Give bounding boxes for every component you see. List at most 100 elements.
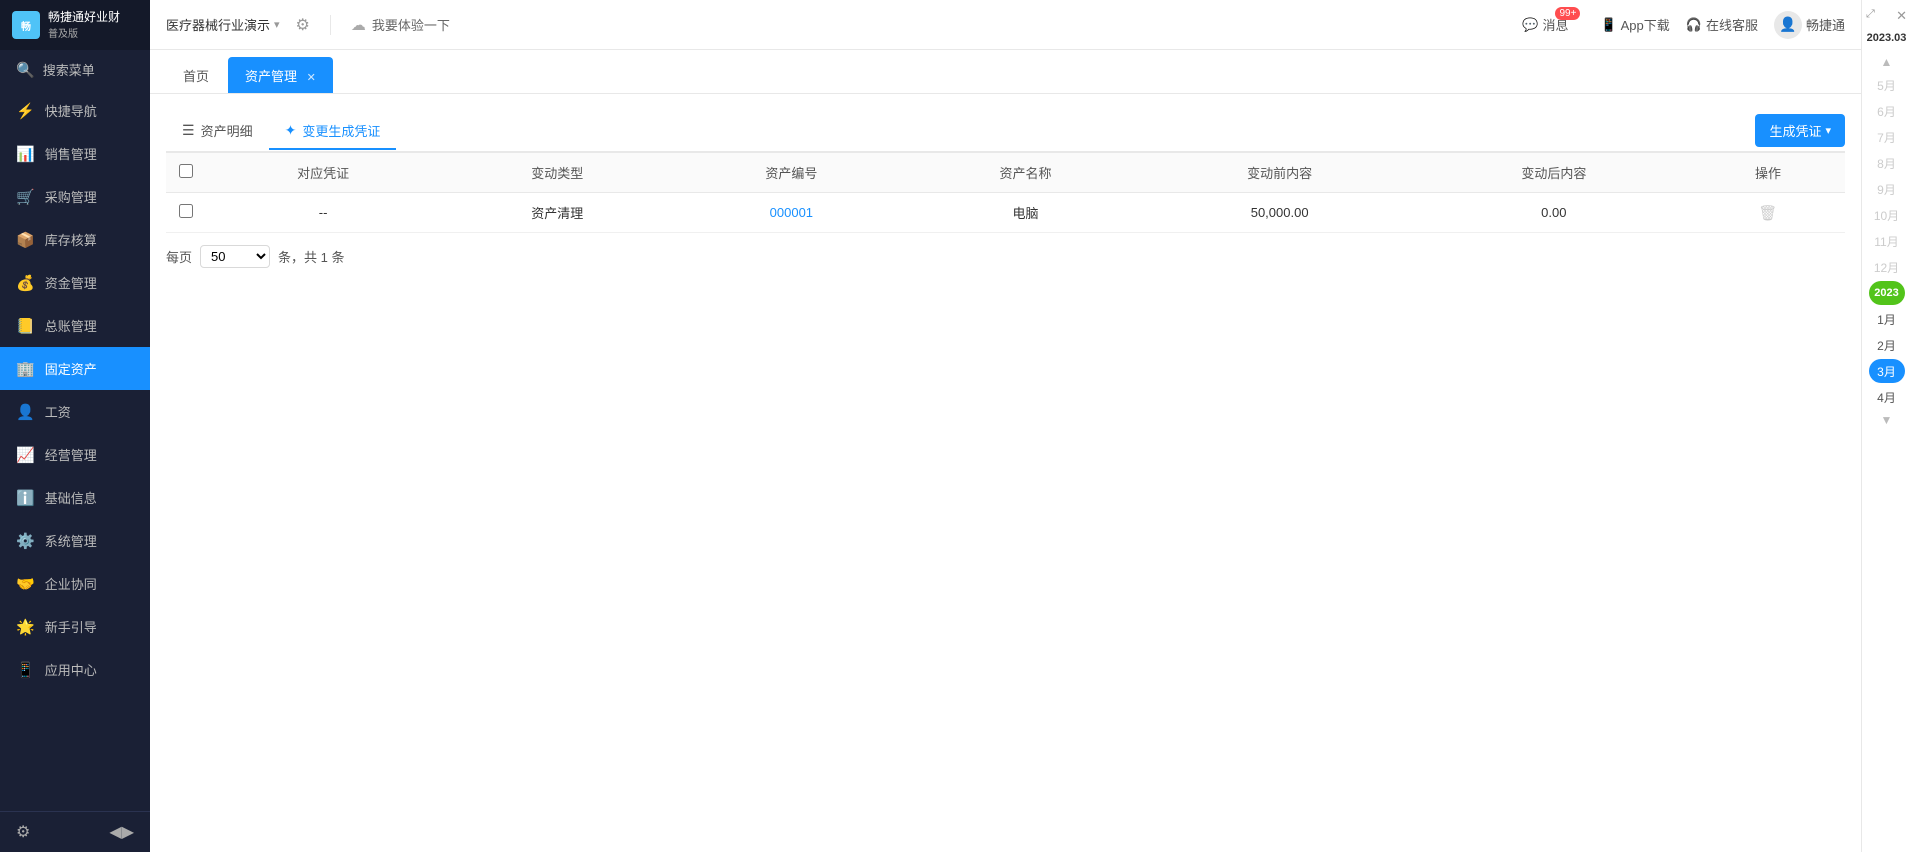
header-asset-no: 资产编号 bbox=[674, 153, 908, 193]
calendar-month-4[interactable]: 4月 bbox=[1869, 385, 1905, 409]
collapse-icon[interactable]: ◀▶ bbox=[109, 822, 134, 842]
sub-tabbar: ☰ 资产明细 ✦ 变更生成凭证 生成凭证 ▾ bbox=[166, 110, 1845, 152]
calendar-nav: ▲ 5月 6月 7月 8月 9月 10月 11月 12月 2023 1月 2月 … bbox=[1862, 52, 1911, 430]
cell-before-change: 50,000.00 bbox=[1143, 193, 1417, 233]
calendar-month-10[interactable]: 10月 bbox=[1869, 203, 1905, 227]
sidebar-item-enterprise[interactable]: 🤝 企业协同 bbox=[0, 562, 150, 605]
delete-icon[interactable]: 🗑 bbox=[1758, 205, 1777, 222]
tab-home[interactable]: 首页 bbox=[166, 57, 226, 93]
company-selector[interactable]: 医疗器械行业演示 ▾ bbox=[166, 15, 280, 34]
app-download-button[interactable]: 📱 App下载 bbox=[1600, 15, 1669, 34]
service-icon: 🎧 bbox=[1686, 17, 1702, 33]
guide-icon: 🌟 bbox=[16, 618, 35, 636]
table-row: -- 资产清理 000001 电脑 50,000.00 0.00 🗑 bbox=[166, 193, 1845, 233]
row-checkbox[interactable] bbox=[179, 204, 193, 218]
calendar-scroll-down[interactable]: ▼ bbox=[1873, 410, 1901, 430]
chevron-down-icon: ▾ bbox=[1825, 124, 1831, 137]
right-panel: ✕ ⤢ 2023.03 ▲ 5月 6月 7月 8月 9月 10月 11月 12月… bbox=[1861, 0, 1911, 852]
header-action: 操作 bbox=[1691, 153, 1845, 193]
sidebar-item-ledger[interactable]: 📒 总账管理 bbox=[0, 304, 150, 347]
calendar-month-6[interactable]: 6月 bbox=[1869, 99, 1905, 123]
sidebar-item-quick-nav[interactable]: ⚡ 快捷导航 bbox=[0, 89, 150, 132]
sidebar-item-fixed-assets[interactable]: 🏢 固定资产 bbox=[0, 347, 150, 390]
cell-asset-name: 电脑 bbox=[908, 193, 1142, 233]
sidebar-item-sales[interactable]: 📊 销售管理 bbox=[0, 132, 150, 175]
sidebar-item-payroll[interactable]: 👤 工资 bbox=[0, 390, 150, 433]
finance-icon: 💰 bbox=[16, 274, 35, 292]
cell-asset-no: 000001 bbox=[674, 193, 908, 233]
app-center-icon: 📱 bbox=[16, 661, 35, 679]
fixed-assets-icon: 🏢 bbox=[16, 360, 35, 378]
sidebar-item-guide[interactable]: 🌟 新手引导 bbox=[0, 605, 150, 648]
cell-voucher: -- bbox=[206, 193, 440, 233]
calendar-month-5[interactable]: 5月 bbox=[1869, 73, 1905, 97]
header-voucher: 对应凭证 bbox=[206, 153, 440, 193]
chevron-down-icon: ▾ bbox=[274, 18, 280, 31]
sidebar-item-purchase[interactable]: 🛒 采购管理 bbox=[0, 175, 150, 218]
inventory-icon: 📦 bbox=[16, 231, 35, 249]
sidebar-item-search[interactable]: 🔍 搜索菜单 bbox=[0, 50, 150, 89]
pagination: 每页 50 10 20 100 条，共 1 条 bbox=[166, 233, 1845, 272]
sidebar-nav: 🔍 搜索菜单 ⚡ 快捷导航 📊 销售管理 🛒 采购管理 📦 库存核算 💰 资金管… bbox=[0, 50, 150, 811]
sub-tab-change-voucher[interactable]: ✦ 变更生成凭证 bbox=[269, 113, 397, 150]
calendar-month-9[interactable]: 9月 bbox=[1869, 177, 1905, 201]
header-asset-name: 资产名称 bbox=[908, 153, 1142, 193]
calendar-year-2023: 2023 bbox=[1869, 281, 1905, 305]
generate-voucher-button[interactable]: 生成凭证 ▾ bbox=[1755, 114, 1845, 147]
sidebar-item-operations[interactable]: 📈 经营管理 bbox=[0, 433, 150, 476]
page-size-select[interactable]: 50 10 20 100 bbox=[200, 245, 270, 268]
calendar-month-1[interactable]: 1月 bbox=[1869, 307, 1905, 331]
app-title: 畅捷通好业财 bbox=[48, 10, 120, 26]
cell-after-change: 0.00 bbox=[1417, 193, 1691, 233]
select-all-checkbox[interactable] bbox=[179, 164, 193, 178]
sidebar-item-system[interactable]: ⚙️ 系统管理 bbox=[0, 519, 150, 562]
calendar-month-8[interactable]: 8月 bbox=[1869, 151, 1905, 175]
sidebar-footer: ⚙ ◀▶ bbox=[0, 811, 150, 852]
tab-close-icon[interactable]: ✕ bbox=[307, 72, 316, 84]
tab-asset-management[interactable]: 资产管理 ✕ bbox=[228, 57, 333, 93]
avatar: 👤 bbox=[1774, 11, 1802, 39]
cell-change-type: 资产清理 bbox=[440, 193, 674, 233]
sidebar-item-app-center[interactable]: 📱 应用中心 bbox=[0, 648, 150, 691]
panel-expand-icon[interactable]: ⤢ bbox=[1866, 8, 1893, 21]
purchase-icon: 🛒 bbox=[16, 188, 35, 206]
online-service-button[interactable]: 🎧 在线客服 bbox=[1686, 15, 1758, 34]
cell-action: 🗑 bbox=[1691, 193, 1845, 233]
row-checkbox-cell bbox=[166, 193, 206, 233]
header-checkbox-cell bbox=[166, 153, 206, 193]
sidebar-item-inventory[interactable]: 📦 库存核算 bbox=[0, 218, 150, 261]
sidebar-header: 畅 畅捷通好业财 普及版 bbox=[0, 0, 150, 50]
topbar: 医疗器械行业演示 ▾ ⚙ ☁ 我要体验一下 💬 消息 99+ 📱 App下载 🎧… bbox=[150, 0, 1861, 50]
calendar-month-3-current[interactable]: 3月 bbox=[1869, 359, 1905, 383]
experience-button[interactable]: ☁ 我要体验一下 bbox=[351, 15, 450, 34]
sub-tab-asset-detail[interactable]: ☰ 资产明细 bbox=[166, 113, 269, 150]
sidebar: 畅 畅捷通好业财 普及版 🔍 搜索菜单 ⚡ 快捷导航 📊 销售管理 🛒 采购管理… bbox=[0, 0, 150, 852]
messages-button[interactable]: 💬 消息 99+ bbox=[1522, 15, 1568, 34]
header-after-change: 变动后内容 bbox=[1417, 153, 1691, 193]
calendar-month-11[interactable]: 11月 bbox=[1869, 229, 1905, 253]
content-area: ☰ 资产明细 ✦ 变更生成凭证 生成凭证 ▾ bbox=[150, 94, 1861, 852]
settings-icon[interactable]: ⚙ bbox=[16, 822, 30, 842]
tabbar: 首页 资产管理 ✕ bbox=[150, 50, 1861, 94]
list-icon: ☰ bbox=[182, 122, 195, 139]
calendar-month-12[interactable]: 12月 bbox=[1869, 255, 1905, 279]
payroll-icon: 👤 bbox=[16, 403, 35, 421]
calendar-scroll-up[interactable]: ▲ bbox=[1873, 52, 1901, 72]
panel-close-icon[interactable]: ✕ bbox=[1896, 8, 1907, 24]
calendar-month-7[interactable]: 7月 bbox=[1869, 125, 1905, 149]
cloud-icon: ☁ bbox=[351, 16, 366, 34]
data-table: 对应凭证 变动类型 资产编号 资产名称 变动前内容 变动后内 bbox=[166, 152, 1845, 233]
sidebar-item-finance[interactable]: 💰 资金管理 bbox=[0, 261, 150, 304]
app-logo: 畅 bbox=[12, 11, 40, 39]
quick-nav-icon: ⚡ bbox=[16, 102, 35, 120]
user-profile[interactable]: 👤 畅捷通 bbox=[1774, 11, 1845, 39]
company-name: 医疗器械行业演示 bbox=[166, 15, 270, 34]
ledger-icon: 📒 bbox=[16, 317, 35, 335]
gear-icon[interactable]: ⚙ bbox=[296, 15, 310, 35]
app-edition: 普及版 bbox=[48, 25, 120, 40]
sidebar-item-basic-info[interactable]: ℹ️ 基础信息 bbox=[0, 476, 150, 519]
operations-icon: 📈 bbox=[16, 446, 35, 464]
basic-info-icon: ℹ️ bbox=[16, 489, 35, 507]
calendar-month-2[interactable]: 2月 bbox=[1869, 333, 1905, 357]
main-content: 医疗器械行业演示 ▾ ⚙ ☁ 我要体验一下 💬 消息 99+ 📱 App下载 🎧… bbox=[150, 0, 1861, 852]
